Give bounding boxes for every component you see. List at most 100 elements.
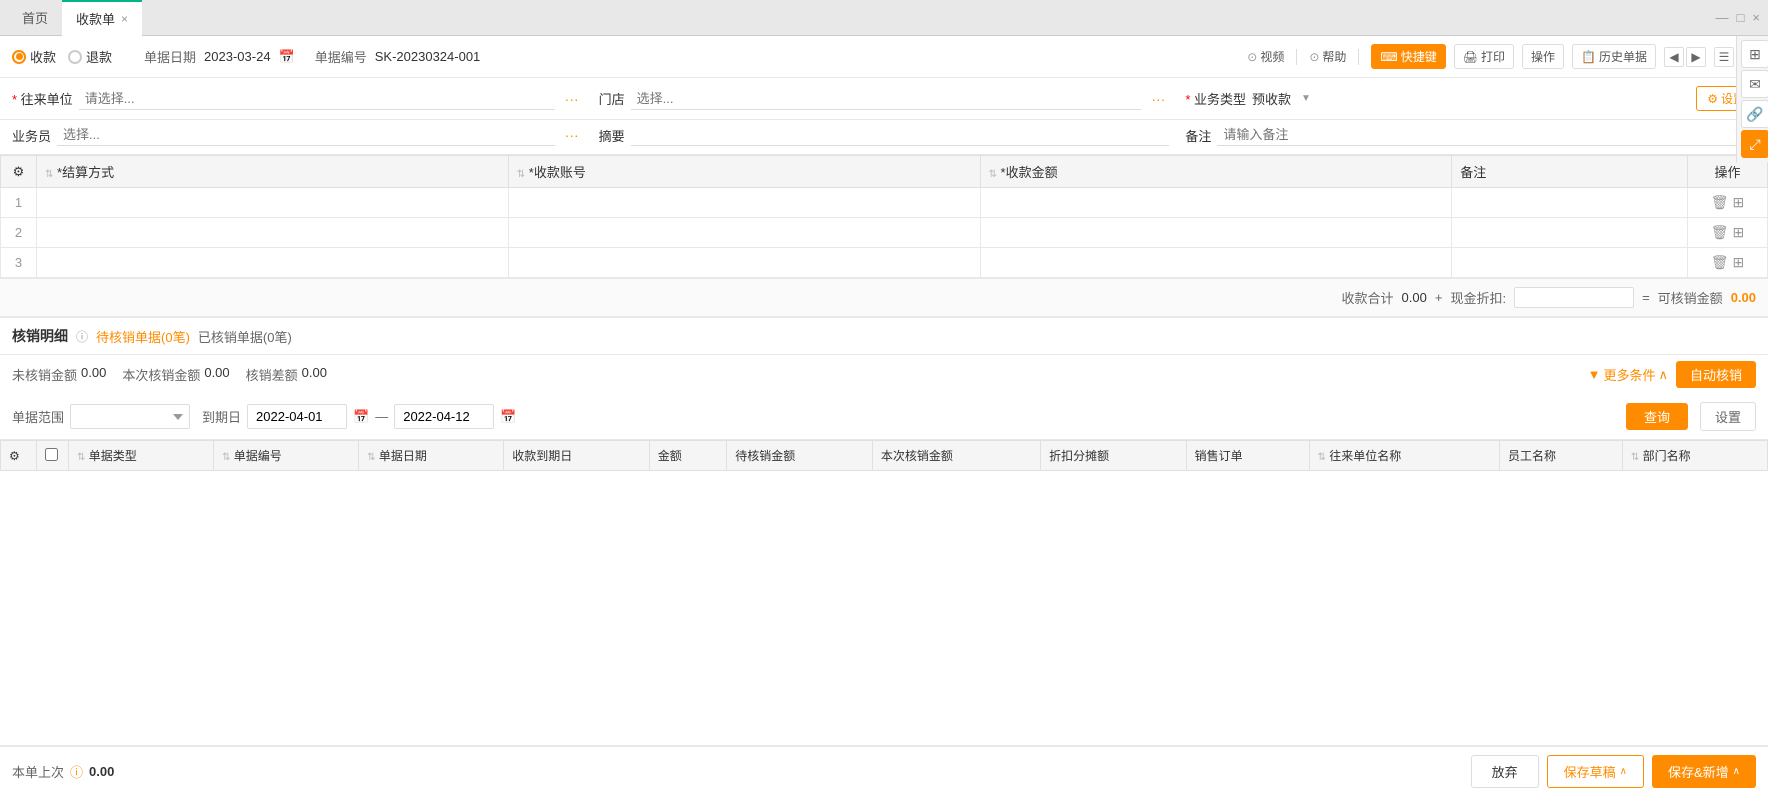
history-icon: 📋 xyxy=(1581,50,1596,64)
business-type-chevron[interactable]: ▼ xyxy=(1301,93,1311,104)
next-arrow[interactable]: ▶ xyxy=(1686,47,1706,67)
td-account-2[interactable] xyxy=(508,218,980,248)
th-gear[interactable]: ⚙ xyxy=(1,156,37,188)
sidebar-mail-icon[interactable]: ✉ xyxy=(1741,70,1768,98)
toolbar-actions: ⊙ 视频 ⊙ 帮助 ⌨ 快捷键 🖨 打印 操作 📋 历史单据 xyxy=(1247,44,1756,69)
this-order-info-icon[interactable]: ⓘ xyxy=(70,762,83,781)
form-header: 收款 退款 单据日期 2023-03-24 📅 单据编号 SK-20230324… xyxy=(0,36,1768,78)
th-account: ⇅ *收款账号 xyxy=(508,156,980,188)
td-account-1[interactable] xyxy=(508,188,980,218)
table-setting-btn[interactable]: 设置 xyxy=(1700,402,1756,431)
layout-list-icon[interactable]: ☰ xyxy=(1714,47,1734,67)
pending-tag[interactable]: 待核销单据(0笔) xyxy=(96,327,190,346)
sidebar-expand-icon[interactable]: ⤢ xyxy=(1741,130,1768,158)
prev-arrow[interactable]: ◀ xyxy=(1664,47,1684,67)
sidebar-link-icon[interactable]: 🔗 xyxy=(1741,100,1768,128)
filter-icon: ▼ xyxy=(1588,367,1601,382)
tab-home[interactable]: 首页 xyxy=(8,0,62,36)
reconciliation-info-icon[interactable]: ⓘ xyxy=(76,328,88,345)
range-select[interactable] xyxy=(70,404,190,429)
td-amount-3[interactable] xyxy=(980,248,1452,278)
this-order-label: 本单上次 xyxy=(12,762,64,781)
diff-value: 0.00 xyxy=(302,365,327,384)
operation-btn[interactable]: 操作 xyxy=(1522,44,1564,69)
save-new-btn[interactable]: 保存&新增 ∧ xyxy=(1652,755,1756,788)
more-filter-btn[interactable]: ▼ 更多条件 ∧ xyxy=(1588,365,1668,384)
unverified-label: 未核销金额 xyxy=(12,365,77,384)
td-amount-1[interactable] xyxy=(980,188,1452,218)
salesperson-input[interactable] xyxy=(57,124,555,146)
calendar-icon[interactable]: 📅 xyxy=(279,49,295,65)
done-tag[interactable]: 已核销单据(0笔) xyxy=(198,327,292,346)
help-label: 帮助 xyxy=(1322,48,1346,65)
td-settlement-2[interactable] xyxy=(37,218,509,248)
equals-sign: = xyxy=(1642,290,1650,305)
radio-refund-circle xyxy=(68,50,82,64)
td-amount-2[interactable] xyxy=(980,218,1452,248)
delete-row-3[interactable]: 🗑 xyxy=(1711,254,1729,271)
note-input[interactable] xyxy=(1217,124,1756,146)
minimize-icon[interactable]: — xyxy=(1716,10,1729,25)
counterpart-field: 往来单位 ··· xyxy=(12,86,583,111)
query-btn[interactable]: 查询 xyxy=(1626,403,1688,430)
main-content: 收款 退款 单据日期 2023-03-24 📅 单据编号 SK-20230324… xyxy=(0,36,1768,796)
sidebar-table-icon[interactable]: ⊞ xyxy=(1741,40,1768,68)
date-from-input[interactable] xyxy=(247,404,347,429)
note-label: 备注 xyxy=(1185,126,1211,145)
td-note-1[interactable] xyxy=(1452,188,1688,218)
business-type-wrapper: 预收款 ▼ xyxy=(1252,89,1690,108)
video-label: 视频 xyxy=(1260,48,1284,65)
radio-refund-label: 退款 xyxy=(86,47,112,66)
discount-input[interactable] xyxy=(1514,287,1634,308)
salesperson-more-btn[interactable]: ··· xyxy=(561,127,583,143)
range-label: 单据范围 xyxy=(12,407,64,426)
cal-from-icon[interactable]: 📅 xyxy=(353,409,369,425)
td-settlement-1[interactable] xyxy=(37,188,509,218)
history-label: 历史单据 xyxy=(1599,48,1647,65)
delete-row-1[interactable]: 🗑 xyxy=(1711,194,1729,211)
filter-row: 单据范围 到期日 📅 — 📅 查询 设置 xyxy=(0,394,1768,440)
td-note-3[interactable] xyxy=(1452,248,1688,278)
td-note-2[interactable] xyxy=(1452,218,1688,248)
radio-refund[interactable]: 退款 xyxy=(68,47,112,66)
tab-close-icon[interactable]: × xyxy=(121,12,128,26)
copy-row-2[interactable]: ⊞ xyxy=(1733,224,1745,241)
counterpart-input[interactable] xyxy=(79,88,555,110)
store-more-btn[interactable]: ··· xyxy=(1147,91,1169,107)
save-draft-btn[interactable]: 保存草稿 ∧ xyxy=(1547,755,1644,788)
copy-row-1[interactable]: ⊞ xyxy=(1733,194,1745,211)
bottom-table: ⚙ ⇅ 单据类型 ⇅ 单据编号 ⇅ 单据日期 xyxy=(0,440,1768,745)
row-num-3: 3 xyxy=(1,248,37,278)
copy-row-3[interactable]: ⊞ xyxy=(1733,254,1745,271)
td-account-3[interactable] xyxy=(508,248,980,278)
store-label: 门店 xyxy=(599,89,625,108)
this-order-value: 0.00 xyxy=(89,764,114,779)
abandon-btn[interactable]: 放弃 xyxy=(1471,755,1539,788)
bth-gear[interactable]: ⚙ xyxy=(1,441,37,471)
shortcut-btn[interactable]: ⌨ 快捷键 xyxy=(1371,44,1445,69)
delete-row-2[interactable]: 🗑 xyxy=(1711,224,1729,241)
video-btn[interactable]: ⊙ 视频 xyxy=(1247,48,1284,65)
maximize-icon[interactable]: □ xyxy=(1737,10,1745,25)
select-all-checkbox[interactable] xyxy=(45,448,58,461)
auto-reconcile-btn[interactable]: 自动核销 xyxy=(1676,361,1756,388)
counterpart-more-btn[interactable]: ··· xyxy=(561,91,583,107)
window-close-icon[interactable]: × xyxy=(1752,10,1760,25)
gear-icon: ⚙ xyxy=(1707,92,1718,106)
store-input[interactable] xyxy=(631,88,1142,110)
td-actions-3: 🗑 ⊞ xyxy=(1688,248,1768,278)
tab-receipt[interactable]: 收款单 × xyxy=(62,0,142,36)
help-btn[interactable]: ⊙ 帮助 xyxy=(1309,48,1346,65)
reconciliation-table: ⚙ ⇅ 单据类型 ⇅ 单据编号 ⇅ 单据日期 xyxy=(0,440,1768,471)
print-btn[interactable]: 🖨 打印 xyxy=(1454,44,1514,69)
due-label: 到期日 xyxy=(202,407,241,426)
sort-icon-b4: ⇅ xyxy=(1318,452,1326,463)
td-settlement-3[interactable] xyxy=(37,248,509,278)
history-btn[interactable]: 📋 历史单据 xyxy=(1572,44,1656,69)
cal-to-icon[interactable]: 📅 xyxy=(500,409,516,425)
table-row: 1 🗑 ⊞ xyxy=(1,188,1768,218)
radio-receive[interactable]: 收款 xyxy=(12,47,56,66)
row-num-2: 2 xyxy=(1,218,37,248)
summary-input[interactable] xyxy=(631,124,1170,146)
date-to-input[interactable] xyxy=(394,404,494,429)
